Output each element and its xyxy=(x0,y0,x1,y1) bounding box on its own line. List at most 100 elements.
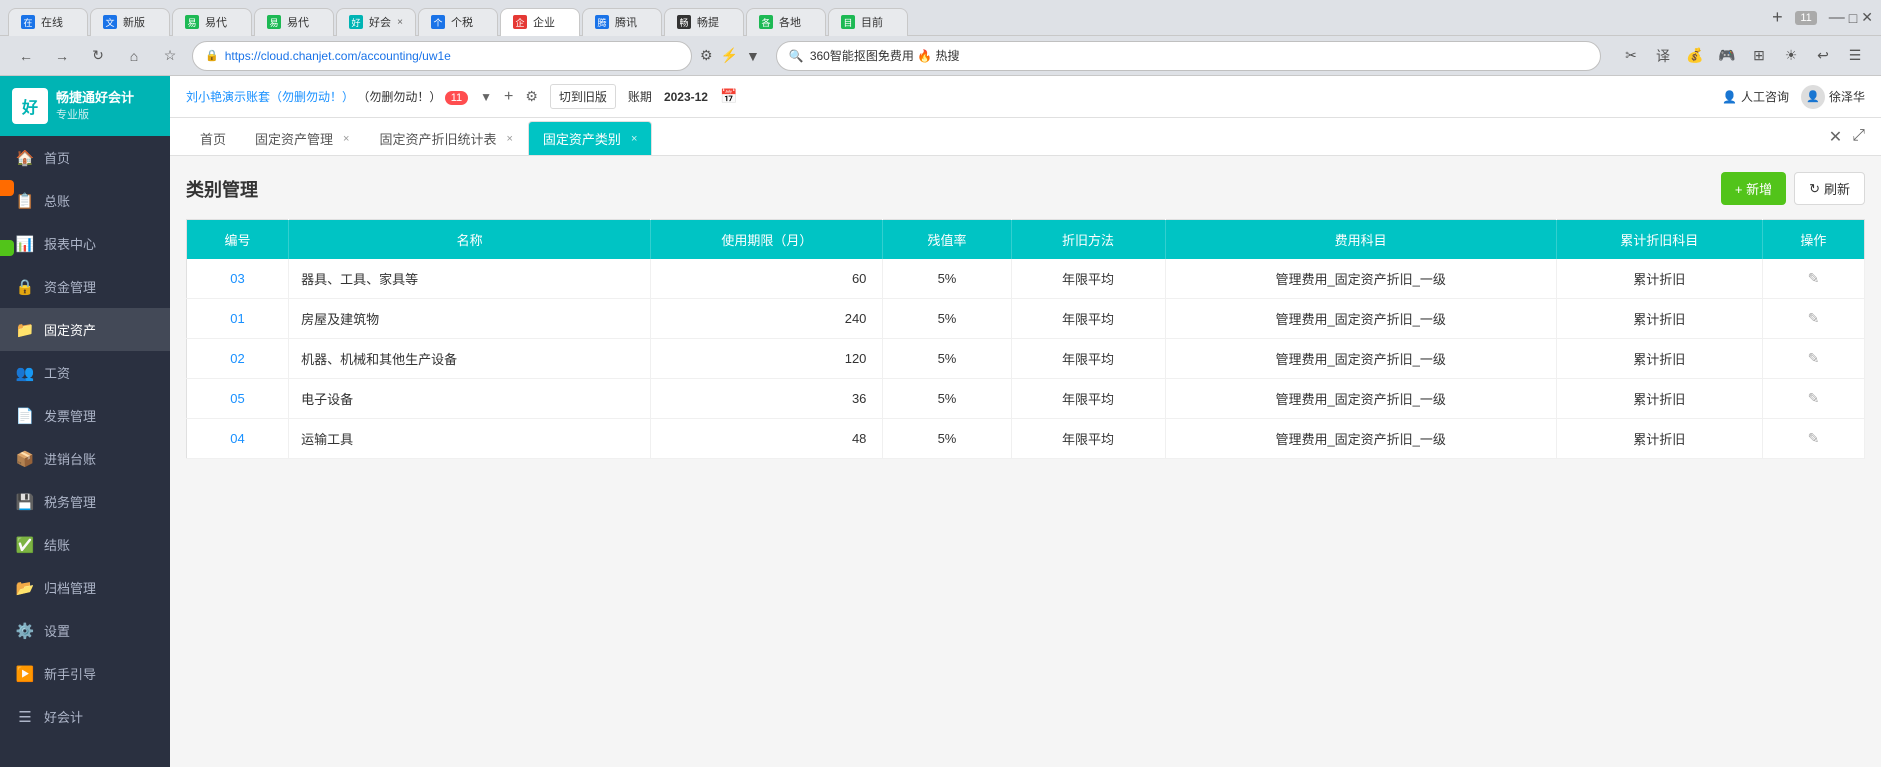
url-bar[interactable]: 🔒 https://cloud.chanjet.com/accounting/u… xyxy=(192,41,692,71)
scissors-icon[interactable]: ✂ xyxy=(1617,42,1645,70)
tab-close-fixed-mgmt[interactable]: × xyxy=(343,133,349,145)
header-actions: + 新增 ↻ 刷新 xyxy=(1721,172,1865,205)
sidebar-label-payroll: 工资 xyxy=(44,363,70,382)
browser-tab-9[interactable]: 畅 畅提 xyxy=(664,8,744,36)
edit-btn-3[interactable]: ✎ xyxy=(1808,390,1820,406)
grid-icon[interactable]: ⊞ xyxy=(1745,42,1773,70)
sidebar-item-payroll[interactable]: 👥 工资 xyxy=(0,351,170,394)
bookmark-btn[interactable]: ☆ xyxy=(156,42,184,70)
home-btn[interactable]: ⌂ xyxy=(120,42,148,70)
support-btn[interactable]: 👤 人工咨询 xyxy=(1722,88,1789,105)
cell-code-0: 03 xyxy=(187,259,289,299)
col-header-residual: 残值率 xyxy=(883,220,1011,260)
switch-version-btn[interactable]: 切到旧版 xyxy=(550,84,616,109)
cell-action-2: ✎ xyxy=(1762,339,1864,379)
sidebar-item-guide[interactable]: ▶️ 新手引导 xyxy=(0,652,170,695)
sidebar-item-fixed-asset[interactable]: 📁 固定资产 xyxy=(0,308,170,351)
browser-tab-3[interactable]: 易 易代 xyxy=(172,8,252,36)
period-value: 2023-12 xyxy=(664,90,708,104)
search-text: 360智能抠图免费用 🔥 热搜 xyxy=(810,47,960,64)
add-btn[interactable]: + 新增 xyxy=(1721,172,1786,205)
user-avatar[interactable]: 👤 徐泽华 xyxy=(1801,85,1865,109)
sidebar-item-report[interactable]: 📊 报表中心 xyxy=(0,222,170,265)
sidebar-item-tax[interactable]: 💾 税务管理 xyxy=(0,480,170,523)
cell-expense-1: 管理费用_固定资产折旧_一级 xyxy=(1165,299,1556,339)
payroll-icon: 👥 xyxy=(16,364,34,382)
sidebar: 好 畅捷通好会计 专业版 🏠 首页 📋 总账 📊 报表中心 🔒 资金管理 📁 固… xyxy=(0,76,170,767)
user-name[interactable]: 刘小艳演示账套（勿删勿动！） xyxy=(186,90,354,104)
edit-btn-0[interactable]: ✎ xyxy=(1808,270,1820,286)
extensions-icon[interactable]: ⚡ xyxy=(721,47,738,64)
edit-btn-1[interactable]: ✎ xyxy=(1808,310,1820,326)
tab-close-fixed-category[interactable]: × xyxy=(631,133,637,145)
page-tab-fixed-depreciation[interactable]: 固定资产折旧统计表 × xyxy=(364,121,527,155)
tab-close-fixed-depreciation[interactable]: × xyxy=(506,133,512,145)
close-window-btn[interactable]: ✕ xyxy=(1861,9,1873,26)
cell-action-4: ✎ xyxy=(1762,419,1864,459)
sidebar-item-fund[interactable]: 🔒 资金管理 xyxy=(0,265,170,308)
account-settings-btn[interactable]: ⚙ xyxy=(525,88,538,105)
menu-icon[interactable]: ☰ xyxy=(1841,42,1869,70)
sidebar-item-home[interactable]: 🏠 首页 xyxy=(0,136,170,179)
bookmarks-dropdown[interactable]: ▼ xyxy=(746,48,760,64)
tab-label-5: 好会 xyxy=(369,14,391,30)
wallet-icon[interactable]: 💰 xyxy=(1681,42,1709,70)
close-book-icon: ✅ xyxy=(16,536,34,554)
browser-tab-6[interactable]: 个 个税 xyxy=(418,8,498,36)
page-tab-fixed-category[interactable]: 固定资产类别 × xyxy=(528,121,652,155)
browser-tab-2[interactable]: 文 新版 xyxy=(90,8,170,36)
cell-action-0: ✎ xyxy=(1762,259,1864,299)
brightness-icon[interactable]: ☀ xyxy=(1777,42,1805,70)
game-icon[interactable]: 🎮 xyxy=(1713,42,1741,70)
add-account-btn[interactable]: + xyxy=(504,88,513,106)
tab-close-5[interactable]: × xyxy=(397,17,403,28)
tab-maximize-icon[interactable]: ⤢ xyxy=(1852,127,1865,147)
edit-btn-4[interactable]: ✎ xyxy=(1808,430,1820,446)
browser-tabs: 在 在线 文 新版 易 易代 易 易代 好 好会 × 个 个税 企 企业 腾 xyxy=(8,0,1759,36)
tab-icon-1: 在 xyxy=(21,15,35,29)
sidebar-item-inventory[interactable]: 📦 进销台账 xyxy=(0,437,170,480)
browser-tab-8[interactable]: 腾 腾讯 xyxy=(582,8,662,36)
undo-icon[interactable]: ↩ xyxy=(1809,42,1837,70)
browser-tab-1[interactable]: 在 在线 xyxy=(8,8,88,36)
translate-icon[interactable]: 译 xyxy=(1649,42,1677,70)
browser-tab-5[interactable]: 好 好会 × xyxy=(336,8,416,36)
sidebar-item-invoice[interactable]: 📄 发票管理 xyxy=(0,394,170,437)
back-btn[interactable]: ← xyxy=(12,42,40,70)
forward-btn[interactable]: → xyxy=(48,42,76,70)
tab-close-window-icon[interactable]: ✕ xyxy=(1829,127,1842,147)
table-row: 05 电子设备 36 5% 年限平均 管理费用_固定资产折旧_一级 累计折旧 ✎ xyxy=(187,379,1865,419)
browser-tab-11[interactable]: 目 目前 xyxy=(828,8,908,36)
cell-accumulated-4: 累计折旧 xyxy=(1556,419,1762,459)
sidebar-item-close[interactable]: ✅ 结账 xyxy=(0,523,170,566)
maximize-btn[interactable]: □ xyxy=(1849,10,1857,26)
new-tab-btn[interactable]: + xyxy=(1763,4,1791,32)
search-bar[interactable]: 🔍 360智能抠图免费用 🔥 热搜 xyxy=(776,41,1601,71)
browser-tab-4[interactable]: 易 易代 xyxy=(254,8,334,36)
side-tag-orange[interactable] xyxy=(0,180,14,196)
sidebar-item-more[interactable]: ☰ 好会计 xyxy=(0,695,170,738)
sidebar-item-settings[interactable]: ⚙️ 设置 xyxy=(0,609,170,652)
minimize-btn[interactable]: — xyxy=(1829,9,1845,27)
browser-tab-7[interactable]: 企 企业 xyxy=(500,8,580,36)
fund-icon: 🔒 xyxy=(16,278,34,296)
page-tab-fixed-mgmt[interactable]: 固定资产管理 × xyxy=(240,121,364,155)
tab-icon-11: 目 xyxy=(841,15,855,29)
col-header-accumulated: 累计折旧科目 xyxy=(1556,220,1762,260)
sidebar-item-ledger[interactable]: 📋 总账 xyxy=(0,179,170,222)
tab-icon-3: 易 xyxy=(185,15,199,29)
cell-accumulated-3: 累计折旧 xyxy=(1556,379,1762,419)
table-row: 03 器具、工具、家具等 60 5% 年限平均 管理费用_固定资产折旧_一级 累… xyxy=(187,259,1865,299)
calendar-icon[interactable]: 📅 xyxy=(720,88,737,105)
refresh-btn[interactable]: ↻ xyxy=(84,42,112,70)
cell-name-4: 运输工具 xyxy=(289,419,651,459)
browser-tab-10[interactable]: 各 各地 xyxy=(746,8,826,36)
refresh-table-btn[interactable]: ↻ 刷新 xyxy=(1794,172,1865,205)
cell-period-2: 120 xyxy=(651,339,883,379)
dropdown-arrow[interactable]: ▼ xyxy=(480,90,492,104)
edit-btn-2[interactable]: ✎ xyxy=(1808,350,1820,366)
breadcrumb-home[interactable]: 首页 xyxy=(186,121,240,155)
side-tag-green[interactable] xyxy=(0,240,14,256)
sidebar-item-archive[interactable]: 📂 归档管理 xyxy=(0,566,170,609)
site-settings-icon[interactable]: ⚙ xyxy=(700,47,713,64)
